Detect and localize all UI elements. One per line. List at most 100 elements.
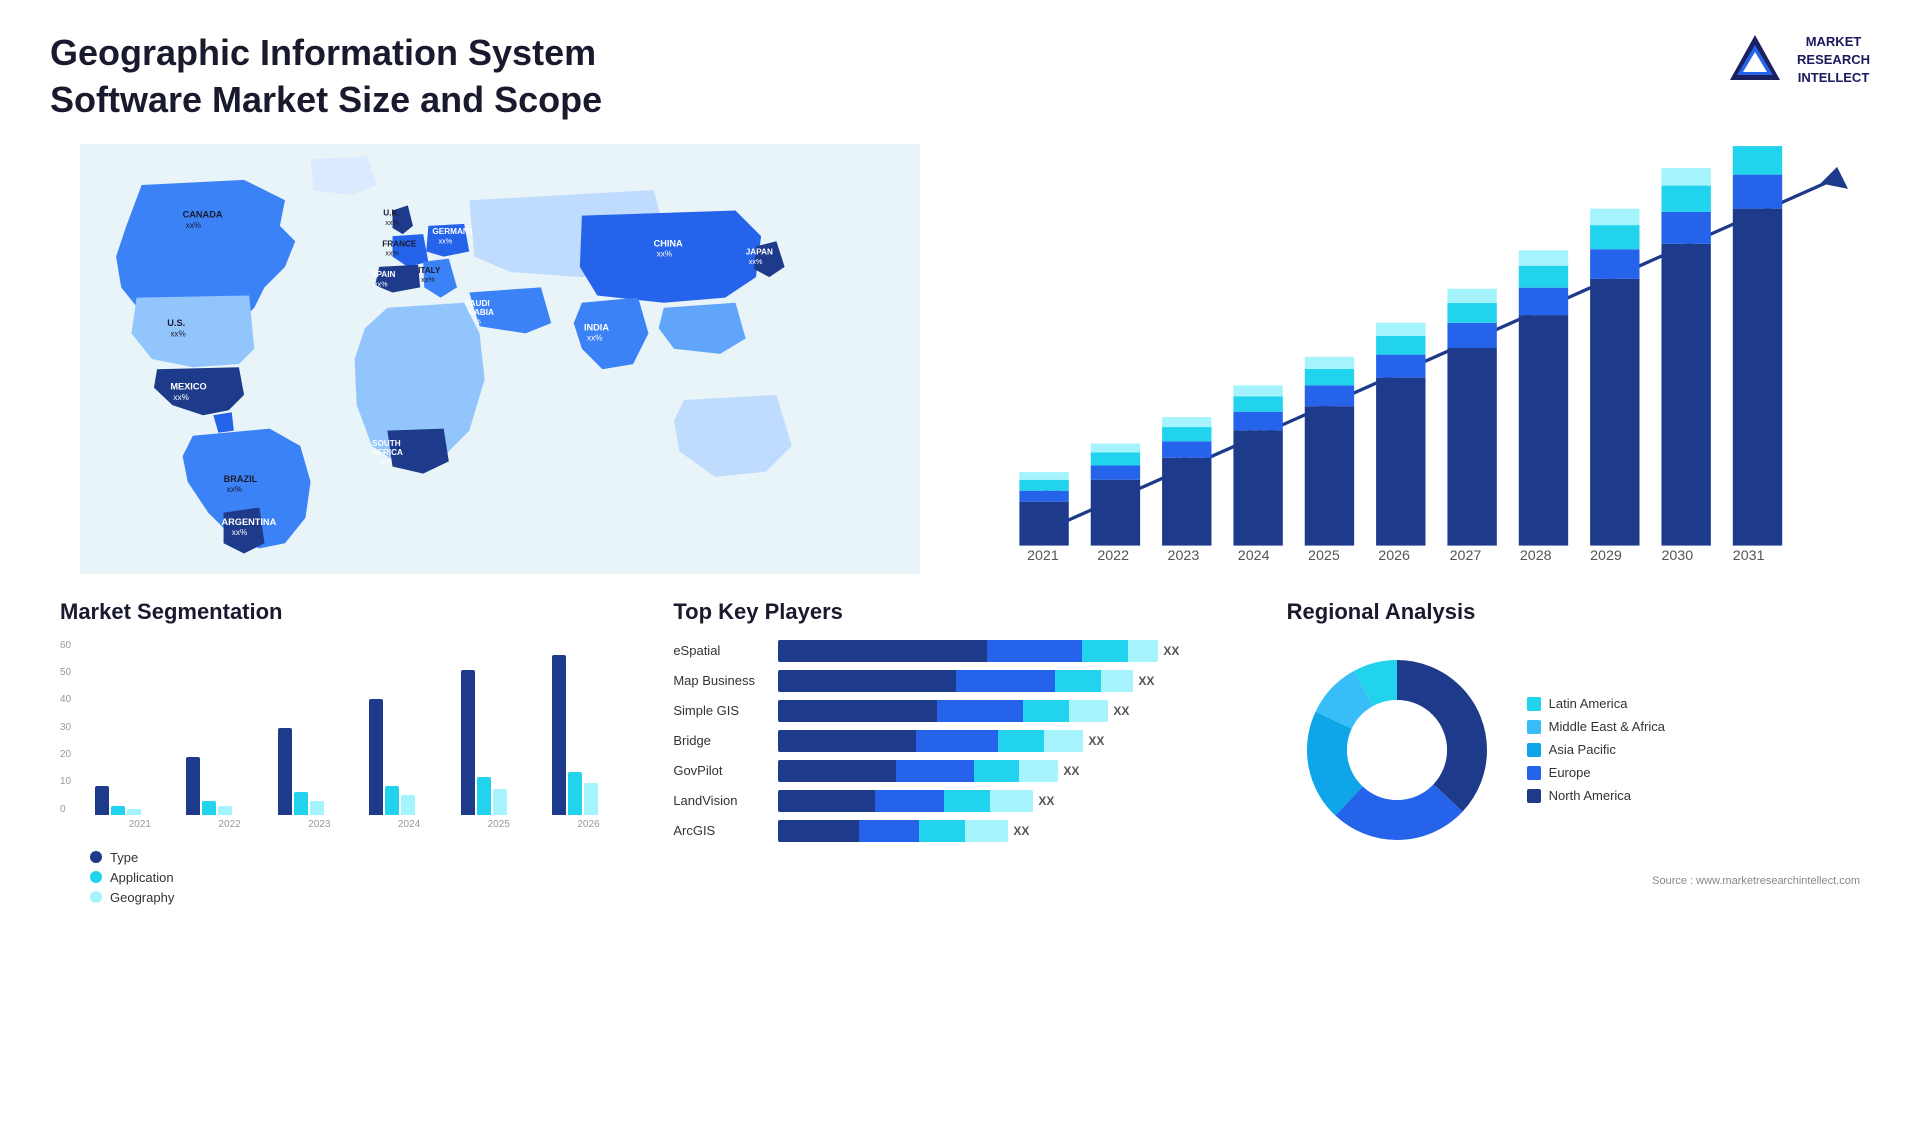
seg-bar: [461, 670, 475, 815]
legend-color-mea: [1527, 720, 1541, 734]
svg-text:CANADA: CANADA: [183, 209, 223, 219]
legend-color-asia: [1527, 743, 1541, 757]
svg-text:CHINA: CHINA: [654, 238, 683, 248]
svg-text:xx%: xx%: [587, 333, 602, 342]
player-row-arcgis: ArcGIS XX: [673, 820, 1246, 842]
svg-text:2027: 2027: [1450, 547, 1482, 563]
svg-text:2021: 2021: [1027, 547, 1059, 563]
svg-text:xx%: xx%: [173, 393, 188, 402]
svg-text:xx%: xx%: [421, 276, 435, 284]
svg-text:JAPAN: JAPAN: [746, 247, 773, 256]
source-text: Source : www.marketresearchintellect.com: [1287, 875, 1860, 887]
growth-chart-section: XX XX XX XX XX XX XX XX XX XX XX: [970, 144, 1870, 574]
seg-bar: [369, 699, 383, 815]
svg-text:xx%: xx%: [749, 257, 763, 265]
legend-color-la: [1527, 697, 1541, 711]
svg-text:2028: 2028: [1520, 547, 1552, 563]
svg-text:SPAIN: SPAIN: [371, 270, 396, 279]
svg-text:xx%: xx%: [385, 218, 399, 226]
svg-text:MEXICO: MEXICO: [170, 381, 206, 391]
svg-text:xx%: xx%: [657, 249, 672, 258]
legend-north-america: North America: [1527, 788, 1665, 803]
bottom-grid: Market Segmentation 0 10 20 30 40 50 60: [50, 589, 1870, 915]
segmentation-section: Market Segmentation 0 10 20 30 40 50 60: [50, 589, 643, 915]
svg-text:BRAZIL: BRAZIL: [224, 473, 258, 483]
seg-bar: [493, 789, 507, 815]
svg-text:SOUTH: SOUTH: [372, 439, 401, 448]
seg-bar: [111, 806, 125, 815]
player-row-simplegis: Simple GIS XX: [673, 700, 1246, 722]
seg-bar: [218, 806, 232, 815]
player-row-landvision: LandVision XX: [673, 790, 1246, 812]
logo-icon: [1725, 30, 1785, 90]
player-row-mapbusiness: Map Business XX: [673, 670, 1246, 692]
svg-text:xx%: xx%: [186, 221, 201, 230]
legend-color-europe: [1527, 766, 1541, 780]
legend-dot-type: [90, 851, 102, 863]
svg-text:2022: 2022: [1097, 547, 1129, 563]
svg-text:AFRICA: AFRICA: [372, 448, 403, 457]
player-row-bridge: Bridge XX: [673, 730, 1246, 752]
segmentation-title: Market Segmentation: [60, 599, 633, 625]
seg-bar: [294, 792, 308, 815]
seg-bar: [310, 801, 324, 815]
svg-text:2030: 2030: [1661, 547, 1693, 563]
page-title: Geographic Information System Software M…: [50, 30, 750, 124]
players-section: Top Key Players eSpatial XX Map Business: [663, 589, 1256, 915]
svg-text:2023: 2023: [1168, 547, 1200, 563]
svg-text:2024: 2024: [1238, 547, 1270, 563]
svg-text:U.S.: U.S.: [167, 318, 185, 328]
legend-dot-application: [90, 871, 102, 883]
page-wrapper: Geographic Information System Software M…: [0, 0, 1920, 1146]
svg-text:xx%: xx%: [374, 280, 388, 288]
svg-text:xx%: xx%: [232, 528, 247, 537]
world-map: CANADA xx% U.S. xx% MEXICO xx% BRAZIL xx…: [50, 144, 950, 574]
legend-dot-geography: [90, 891, 102, 903]
legend-type: Type: [90, 850, 633, 865]
legend-asia-pacific: Asia Pacific: [1527, 742, 1665, 757]
svg-text:2031: 2031: [1733, 547, 1765, 563]
svg-text:ARGENTINA: ARGENTINA: [222, 516, 277, 526]
regional-section: Regional Analysis: [1277, 589, 1870, 915]
legend-europe: Europe: [1527, 765, 1665, 780]
seg-bar: [186, 757, 200, 815]
donut-container: Latin America Middle East & Africa Asia …: [1287, 640, 1860, 860]
seg-legend: Type Application Geography: [60, 850, 633, 905]
svg-text:GERMANY: GERMANY: [432, 227, 474, 236]
svg-text:INDIA: INDIA: [584, 322, 609, 332]
svg-text:2026: 2026: [1378, 547, 1410, 563]
logo-area: MARKET RESEARCH INTELLECT: [1725, 30, 1870, 90]
map-section: CANADA xx% U.S. xx% MEXICO xx% BRAZIL xx…: [50, 144, 950, 574]
svg-text:2029: 2029: [1590, 547, 1622, 563]
regional-title: Regional Analysis: [1287, 599, 1860, 625]
logo-text: MARKET RESEARCH INTELLECT: [1797, 33, 1870, 88]
seg-bar: [584, 783, 598, 815]
donut-legend: Latin America Middle East & Africa Asia …: [1527, 696, 1665, 803]
svg-text:xx%: xx%: [439, 237, 453, 245]
seg-bar: [552, 655, 566, 815]
seg-bar: [202, 801, 216, 815]
seg-bar: [401, 795, 415, 815]
seg-bar: [568, 772, 582, 815]
player-row-espatial: eSpatial XX: [673, 640, 1246, 662]
svg-text:SAUDI: SAUDI: [464, 298, 489, 307]
svg-text:xx%: xx%: [378, 458, 392, 466]
svg-text:ITALY: ITALY: [418, 266, 441, 275]
header: Geographic Information System Software M…: [50, 30, 1870, 124]
players-title: Top Key Players: [673, 599, 1246, 625]
donut-chart: [1287, 640, 1507, 860]
seg-bar: [127, 809, 141, 815]
svg-text:xx%: xx%: [170, 329, 185, 338]
seg-bar: [385, 786, 399, 815]
seg-bar: [477, 777, 491, 815]
growth-chart: XX XX XX XX XX XX XX XX XX XX XX: [970, 144, 1870, 574]
svg-text:xx%: xx%: [385, 249, 399, 257]
legend-application: Application: [90, 870, 633, 885]
svg-text:FRANCE: FRANCE: [382, 239, 417, 248]
svg-text:2025: 2025: [1308, 547, 1340, 563]
legend-mea: Middle East & Africa: [1527, 719, 1665, 734]
legend-color-na: [1527, 789, 1541, 803]
svg-text:U.K.: U.K.: [383, 208, 399, 217]
seg-bar: [95, 786, 109, 815]
seg-bar: [278, 728, 292, 815]
